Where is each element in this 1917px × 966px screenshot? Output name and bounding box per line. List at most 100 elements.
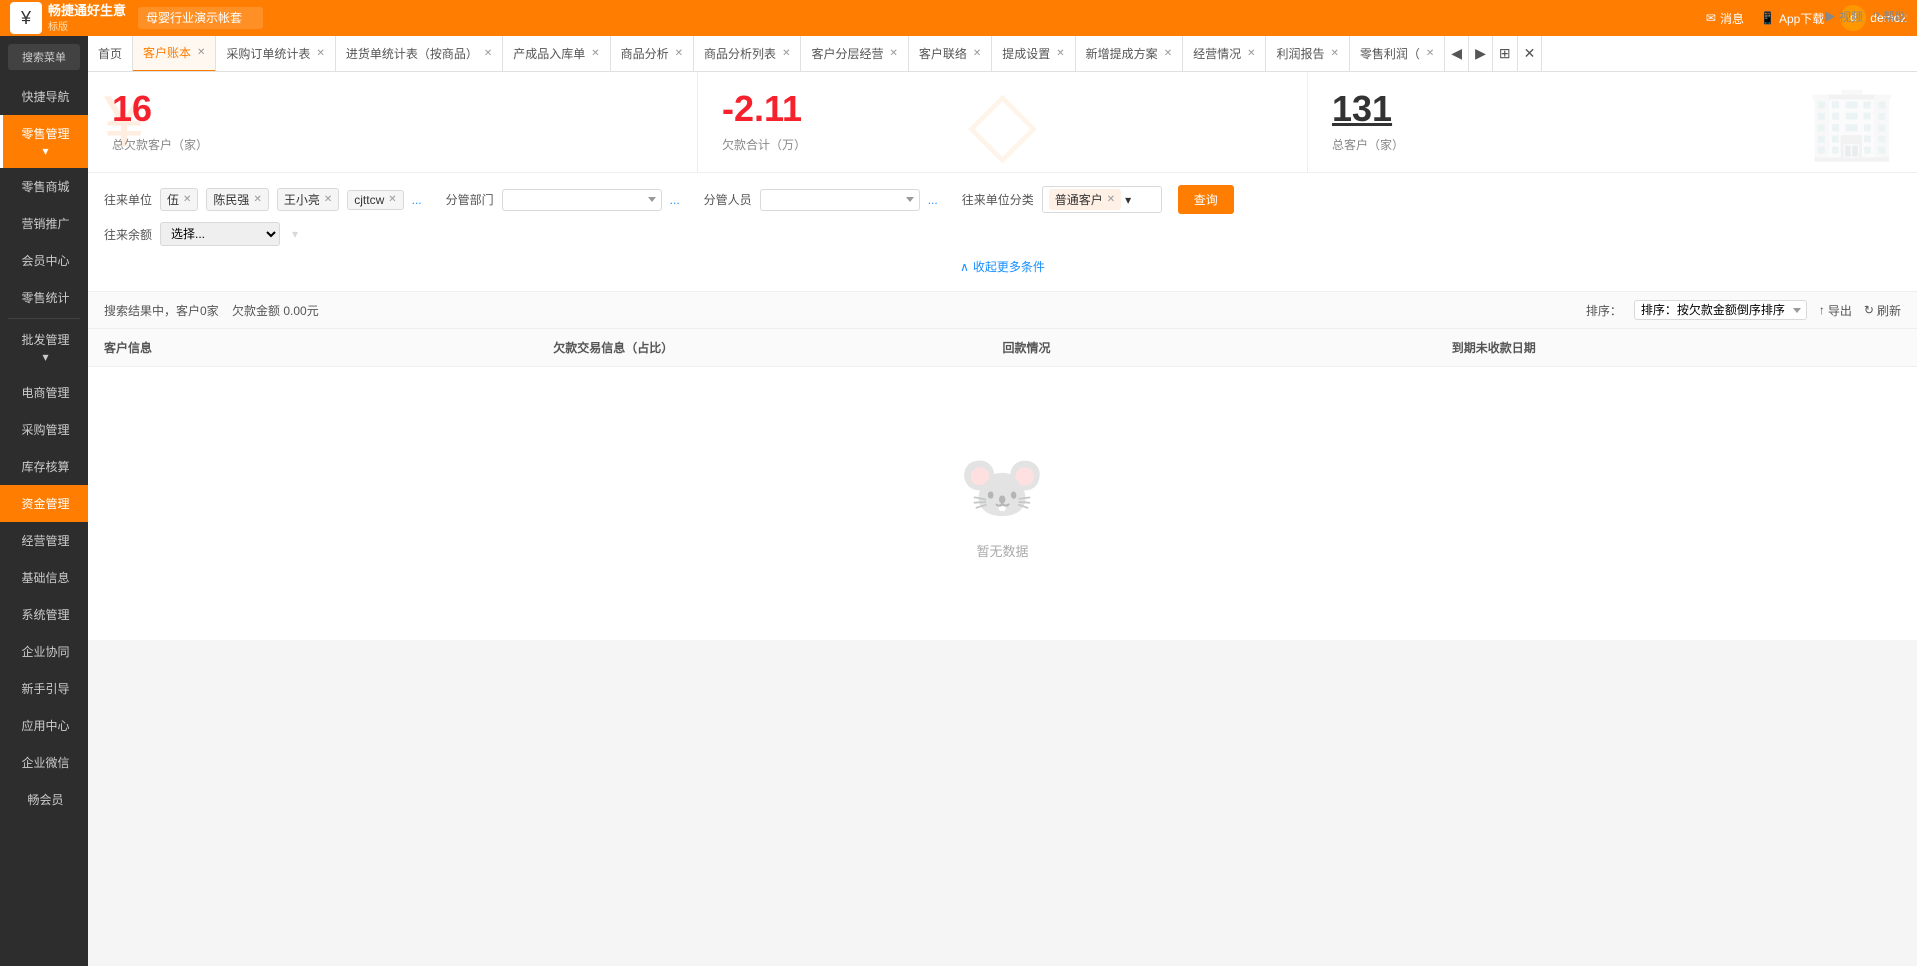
sidebar-item-retail-stats[interactable]: 零售统计 [0, 279, 88, 316]
sidebar-item-app-center[interactable]: 应用中心 [0, 707, 88, 744]
sidebar-item-retail[interactable]: 零售管理 ▾ [0, 115, 88, 168]
sidebar-item-member2[interactable]: 畅会员 [0, 781, 88, 818]
unit-filter-label: 往来单位 [104, 191, 152, 208]
stats-row: ▶ 视频 ? 帮助 ¥ 16 总欠款客户（家） ◇ -2.11 欠款合计（万） [88, 72, 1917, 173]
person-filter-label: 分管人员 [704, 191, 752, 208]
filter-tag-chen: 陈民强 ✕ [206, 188, 268, 211]
close-tab-customer-contact[interactable]: ✕ [973, 48, 981, 59]
close-tab-customer-balance[interactable]: ✕ [197, 47, 205, 58]
refresh-btn[interactable]: ↻ 刷新 [1864, 302, 1901, 319]
search-menu-btn[interactable]: 搜索菜单 [8, 44, 80, 70]
sidebar: 搜索菜单 快捷导航 零售管理 ▾ 零售商城 营销推广 会员中心 零售统计 [0, 36, 88, 966]
tab-nav-prev[interactable]: ◀ [1445, 36, 1469, 72]
header-date: 到期未收款日期 [1452, 339, 1901, 356]
tab-operations[interactable]: 经营情况 ✕ [1183, 36, 1266, 72]
sidebar-item-ecommerce[interactable]: 电商管理 [0, 374, 88, 411]
tab-add-promotion[interactable]: 新增提成方案 ✕ [1076, 36, 1183, 72]
collapse-btn[interactable]: ∧ 收起更多条件 [104, 258, 1901, 275]
message-btn[interactable]: ✉ 消息 [1706, 10, 1744, 27]
export-btn[interactable]: ↑ 导出 [1819, 302, 1852, 319]
stat-label-debt: 欠款合计（万） [722, 136, 806, 153]
remove-tag-wu[interactable]: ✕ [183, 194, 191, 205]
export-icon: ↑ [1819, 303, 1825, 317]
filter-row-1: 往来单位 伍 ✕ 陈民强 ✕ 王小亮 ✕ [104, 185, 1901, 214]
stat-card-debt: ◇ -2.11 欠款合计（万） [698, 72, 1308, 172]
logo-area: ¥ 畅捷通好生意 标版 [10, 2, 126, 34]
sidebar-item-enterprise[interactable]: 企业协同 [0, 633, 88, 670]
remove-tag-chen[interactable]: ✕ [253, 194, 261, 205]
sidebar-item-finance[interactable]: 资金管理 [0, 485, 88, 522]
dept-select[interactable] [502, 189, 662, 211]
unit-class-tag: 普通客户 ✕ [1049, 189, 1121, 210]
dept-filter-label: 分管部门 [446, 191, 494, 208]
tab-customer-contact[interactable]: 客户联络 ✕ [909, 36, 992, 72]
unit-class-label: 往来单位分类 [962, 191, 1034, 208]
remove-tag-cjttcw[interactable]: ✕ [388, 194, 396, 205]
sidebar-item-member[interactable]: 会员中心 [0, 242, 88, 279]
tab-purchase-order[interactable]: 采购订单统计表 ✕ [216, 36, 335, 72]
header-customer: 客户信息 [104, 339, 553, 356]
top-bar: ¥ 畅捷通好生意 标版 母婴行业演示帐套 ✉ 消息 📱 App下载 d demo… [0, 0, 1917, 36]
close-tab-retail-profit[interactable]: ✕ [1426, 48, 1434, 59]
header-debt: 欠款交易信息（占比） [553, 339, 1002, 356]
person-more-btn[interactable]: ... [928, 193, 938, 207]
close-tab-purchase-stats[interactable]: ✕ [484, 48, 492, 59]
sidebar-item-system[interactable]: 系统管理 [0, 596, 88, 633]
remove-unit-class-tag[interactable]: ✕ [1107, 194, 1115, 205]
close-tab-profit-report[interactable]: ✕ [1331, 48, 1339, 59]
balance-select[interactable]: 选择... [160, 222, 280, 246]
sidebar-item-purchase[interactable]: 采购管理 [0, 411, 88, 448]
sidebar-quick-nav[interactable]: 快捷导航 [0, 78, 88, 115]
tab-expand-btn[interactable]: ⊞ [1493, 36, 1518, 72]
tab-retail-profit[interactable]: 零售利润（ ✕ [1350, 36, 1445, 72]
sidebar-item-marketing[interactable]: 营销推广 [0, 205, 88, 242]
sidebar-item-retail-mall[interactable]: 零售商城 [0, 168, 88, 205]
sidebar-item-basic-info[interactable]: 基础信息 [0, 559, 88, 596]
tab-close-all-btn[interactable]: ✕ [1518, 36, 1543, 72]
balance-filter-label: 往来余额 [104, 226, 152, 243]
app-icon: 📱 [1760, 11, 1775, 25]
sidebar-item-enterprise-wechat[interactable]: 企业微信 [0, 744, 88, 781]
filter-row-2: 往来余额 选择... ▾ [104, 222, 1901, 246]
message-icon: ✉ [1706, 11, 1716, 25]
filter-more-units[interactable]: ... [412, 193, 422, 207]
close-tab-promotion-settings[interactable]: ✕ [1056, 48, 1064, 59]
app-download-btn[interactable]: 📱 App下载 [1760, 10, 1824, 27]
tab-purchase-stats[interactable]: 进货单统计表（按商品） ✕ [336, 36, 503, 72]
close-tab-product-stock[interactable]: ✕ [591, 48, 599, 59]
tab-customer-balance[interactable]: 客户账本 ✕ [133, 36, 216, 72]
tab-home[interactable]: 首页 [88, 36, 133, 72]
tab-customer-segment[interactable]: 客户分层经营 ✕ [801, 36, 908, 72]
divider-1 [8, 318, 80, 319]
tab-promotion-settings[interactable]: 提成设置 ✕ [992, 36, 1075, 72]
sort-select[interactable]: 排序：按欠款金额倒序排序 [1634, 300, 1807, 320]
tab-goods-analysis[interactable]: 商品分析 ✕ [611, 36, 694, 72]
stat-icon-building: 🏢 [1807, 80, 1897, 165]
remove-tag-wang[interactable]: ✕ [324, 194, 332, 205]
header-repay: 回款情况 [1003, 339, 1452, 356]
tab-nav-next[interactable]: ▶ [1469, 36, 1493, 72]
query-button[interactable]: 查询 [1178, 185, 1234, 214]
sidebar-item-wholesale[interactable]: 批发管理 ▾ [0, 321, 88, 374]
close-tab-operations[interactable]: ✕ [1247, 48, 1255, 59]
close-tab-add-promotion[interactable]: ✕ [1164, 48, 1172, 59]
sidebar-item-inventory[interactable]: 库存核算 [0, 448, 88, 485]
tab-goods-analysis-list[interactable]: 商品分析列表 ✕ [694, 36, 801, 72]
table-container: 客户信息 欠款交易信息（占比） 回款情况 到期未收款日期 🐭 暂无数据 [88, 329, 1917, 640]
filter-tag-cjttcw: cjttcw ✕ [347, 190, 403, 210]
filter-area: 往来单位 伍 ✕ 陈民强 ✕ 王小亮 ✕ [88, 173, 1917, 292]
sidebar-item-operations-mgmt[interactable]: 经营管理 [0, 522, 88, 559]
person-select[interactable] [760, 189, 920, 211]
sidebar-item-guide[interactable]: 新手引导 [0, 670, 88, 707]
account-selector[interactable]: 母婴行业演示帐套 [138, 7, 263, 29]
close-tab-purchase-order[interactable]: ✕ [316, 48, 324, 59]
close-tab-customer-segment[interactable]: ✕ [889, 48, 897, 59]
collapse-row: ∧ 收起更多条件 [104, 254, 1901, 279]
tab-profit-report[interactable]: 利润报告 ✕ [1266, 36, 1349, 72]
close-tab-goods-analysis[interactable]: ✕ [675, 48, 683, 59]
result-bar: 搜索结果中，客户0家 欠款金额 0.00元 排序： 排序：按欠款金额倒序排序 ↑… [88, 292, 1917, 329]
unit-class-select[interactable]: 普通客户 ✕ ▾ [1042, 186, 1162, 213]
dept-more-btn[interactable]: ... [670, 193, 680, 207]
tab-product-stock[interactable]: 产成品入库单 ✕ [503, 36, 610, 72]
close-tab-goods-analysis-list[interactable]: ✕ [782, 48, 790, 59]
